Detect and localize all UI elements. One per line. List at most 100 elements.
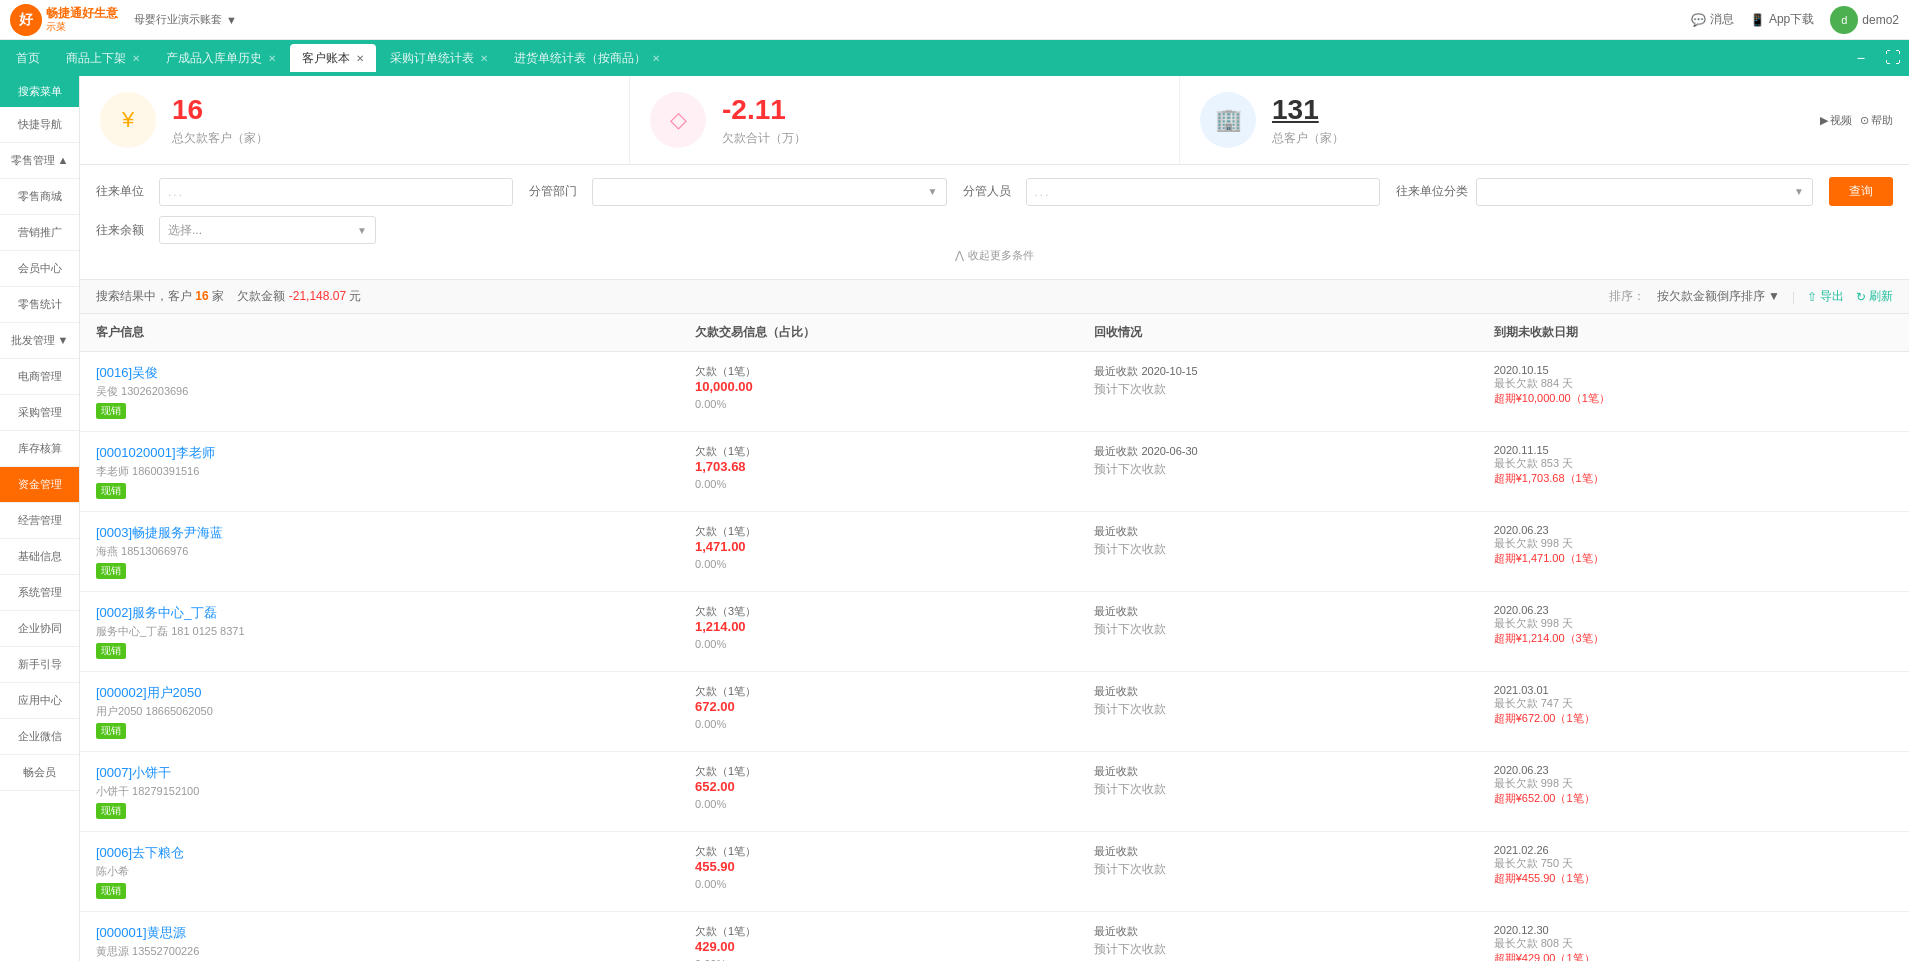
sidebar-item-wechat[interactable]: 企业微信 — [0, 719, 79, 755]
debt-info-cell: 欠款（1笔） 455.90 0.00% — [695, 844, 1094, 890]
sidebar-item-ecom[interactable]: 电商管理 — [0, 359, 79, 395]
overdue-amount[interactable]: 超期¥652.00（1笔） — [1494, 791, 1893, 806]
sidebar-item-enterprise[interactable]: 企业协同 — [0, 611, 79, 647]
collection-cell: 最近收款 2020-10-15 预计下次收款 — [1094, 364, 1493, 398]
tab-close-icon[interactable]: ✕ — [652, 53, 660, 64]
customer-name[interactable]: [0003]畅捷服务尹海蓝 — [96, 524, 695, 542]
table-container: 客户信息 欠款交易信息（占比） 回收情况 到期未收款日期 [0016]吴俊 吴俊… — [80, 314, 1909, 961]
stat-card-total-customers: 🏢 131 总客户（家） — [1180, 76, 1729, 164]
from-unit-input[interactable]: ... — [159, 178, 513, 206]
collection-cell: 最近收款 预计下次收款 — [1094, 684, 1493, 718]
sidebar-item-app-center[interactable]: 应用中心 — [0, 683, 79, 719]
total-customers-icon: 🏢 — [1200, 92, 1256, 148]
sidebar-item-finance[interactable]: 资金管理 — [0, 467, 79, 503]
customer-tag: 现销 — [96, 883, 126, 899]
sidebar-item-batch-mgmt[interactable]: 批发管理 ▼ — [0, 323, 79, 359]
debt-customers-icon: ¥ — [100, 92, 156, 148]
dept-select[interactable]: ▼ — [592, 178, 946, 206]
debt-amount[interactable]: 1,214.00 — [695, 619, 1094, 634]
sidebar-item-vip[interactable]: 畅会员 — [0, 755, 79, 791]
sidebar-item-inventory[interactable]: 库存核算 — [0, 431, 79, 467]
export-btn[interactable]: ⇧ 导出 — [1807, 288, 1844, 305]
customer-name[interactable]: [0016]吴俊 — [96, 364, 695, 382]
manager-input[interactable]: ... — [1026, 178, 1380, 206]
maximize-btn[interactable]: ⛶ — [1881, 49, 1905, 67]
debt-amount[interactable]: 1,703.68 — [695, 459, 1094, 474]
debt-count: 欠款（1笔） — [695, 924, 1094, 939]
stat-card-debt-customers: ¥ 16 总欠款客户（家） — [80, 76, 630, 164]
customer-name[interactable]: [0002]服务中心_丁磊 — [96, 604, 695, 622]
overdue-date: 2020.06.23 — [1494, 764, 1893, 776]
debt-amount[interactable]: 1,471.00 — [695, 539, 1094, 554]
col-header-debt: 欠款交易信息（占比） — [695, 324, 1094, 341]
last-collection: 最近收款 — [1094, 924, 1493, 939]
customer-tag: 现销 — [96, 483, 126, 499]
unit-type-dropdown-icon: ▼ — [1794, 186, 1804, 197]
sidebar-item-base-info[interactable]: 基础信息 — [0, 539, 79, 575]
customer-name[interactable]: [0006]去下粮仓 — [96, 844, 695, 862]
unit-type-select[interactable]: ▼ — [1476, 178, 1813, 206]
results-info: 搜索结果中，客户 16 家 欠款金额 -21,148.07 元 — [96, 288, 361, 305]
stat-number-debt-customers: 16 — [172, 94, 268, 126]
refresh-btn[interactable]: ↻ 刷新 — [1856, 288, 1893, 305]
sidebar-search[interactable]: 搜索菜单 — [0, 76, 79, 107]
debt-amount[interactable]: 429.00 — [695, 939, 1094, 954]
sidebar-item-marketing[interactable]: 营销推广 — [0, 215, 79, 251]
tab-close-icon[interactable]: ✕ — [132, 53, 140, 64]
user-avatar[interactable]: d demo2 — [1830, 6, 1899, 34]
sidebar-item-new-guide[interactable]: 新手引导 — [0, 647, 79, 683]
customer-tag: 现销 — [96, 643, 126, 659]
tab-customer-account[interactable]: 客户账本 ✕ — [290, 44, 376, 72]
debt-amount[interactable]: 672.00 — [695, 699, 1094, 714]
sidebar-item-member[interactable]: 会员中心 — [0, 251, 79, 287]
overdue-amount[interactable]: 超期¥1,214.00（3笔） — [1494, 631, 1893, 646]
customer-name[interactable]: [000002]用户2050 — [96, 684, 695, 702]
tab-bar-controls: － ⛶ — [1849, 48, 1905, 69]
sidebar-item-business[interactable]: 经营管理 — [0, 503, 79, 539]
customer-name[interactable]: [0001020001]李老师 — [96, 444, 695, 462]
sidebar-item-retail-mall[interactable]: 零售商城 — [0, 179, 79, 215]
tab-close-icon[interactable]: ✕ — [268, 53, 276, 64]
sidebar-item-purchase[interactable]: 采购管理 — [0, 395, 79, 431]
debt-amount[interactable]: 455.90 — [695, 859, 1094, 874]
sidebar-item-retail-stats[interactable]: 零售统计 — [0, 287, 79, 323]
overdue-amount[interactable]: 超期¥455.90（1笔） — [1494, 871, 1893, 886]
table-row: [0007]小饼干 小饼干 18279152100 现销 欠款（1笔） 652.… — [80, 752, 1909, 832]
debt-amount[interactable]: 652.00 — [695, 779, 1094, 794]
tab-close-icon[interactable]: ✕ — [356, 53, 364, 64]
search-button[interactable]: 查询 — [1829, 177, 1893, 206]
tab-home[interactable]: 首页 — [4, 44, 52, 72]
tab-purchase-order[interactable]: 采购订单统计表 ✕ — [378, 44, 500, 72]
company-selector[interactable]: 母婴行业演示账套 ▼ — [134, 12, 237, 27]
overdue-cell: 2021.02.26 最长欠款 750 天 超期¥455.90（1笔） — [1494, 844, 1893, 886]
help-btn[interactable]: ⊙ 帮助 — [1860, 113, 1893, 128]
results-bar: 搜索结果中，客户 16 家 欠款金额 -21,148.07 元 排序： 按欠款金… — [80, 280, 1909, 314]
collapse-btn[interactable]: ⋀ 收起更多条件 — [96, 244, 1893, 267]
tab-purchase-stats[interactable]: 进货单统计表（按商品） ✕ — [502, 44, 672, 72]
overdue-days: 最长欠款 747 天 — [1494, 696, 1893, 711]
customer-name[interactable]: [0007]小饼干 — [96, 764, 695, 782]
view-video-btn[interactable]: ▶ 视频 — [1820, 113, 1852, 128]
message-btn[interactable]: 💬 消息 — [1691, 11, 1734, 28]
tab-close-icon[interactable]: ✕ — [480, 53, 488, 64]
debt-amount[interactable]: 10,000.00 — [695, 379, 1094, 394]
customer-name[interactable]: [000001]黄思源 — [96, 924, 695, 942]
overdue-amount[interactable]: 超期¥10,000.00（1笔） — [1494, 391, 1893, 406]
sidebar-item-retail-mgmt[interactable]: 零售管理 ▲ — [0, 143, 79, 179]
balance-select[interactable]: 选择... ▼ — [159, 216, 376, 244]
filter-area: 往来单位 ... 分管部门 ▼ 分管人员 ... — [80, 165, 1909, 280]
col-header-customer: 客户信息 — [96, 324, 695, 341]
overdue-amount[interactable]: 超期¥672.00（1笔） — [1494, 711, 1893, 726]
sort-value[interactable]: 按欠款金额倒序排序 ▼ — [1657, 288, 1780, 305]
minimize-btn[interactable]: － — [1849, 48, 1873, 69]
overdue-amount[interactable]: 超期¥1,703.68（1笔） — [1494, 471, 1893, 486]
last-collection: 最近收款 — [1094, 684, 1493, 699]
sidebar-item-quick-nav[interactable]: 快捷导航 — [0, 107, 79, 143]
overdue-amount[interactable]: 超期¥1,471.00（1笔） — [1494, 551, 1893, 566]
overdue-amount[interactable]: 超期¥429.00（1笔） — [1494, 951, 1893, 961]
tab-production-history[interactable]: 产成品入库单历史 ✕ — [154, 44, 288, 72]
tab-products-offline[interactable]: 商品上下架 ✕ — [54, 44, 152, 72]
app-download-btn[interactable]: 📱 App下载 — [1750, 11, 1814, 28]
last-collection: 最近收款 — [1094, 764, 1493, 779]
sidebar-item-system[interactable]: 系统管理 — [0, 575, 79, 611]
